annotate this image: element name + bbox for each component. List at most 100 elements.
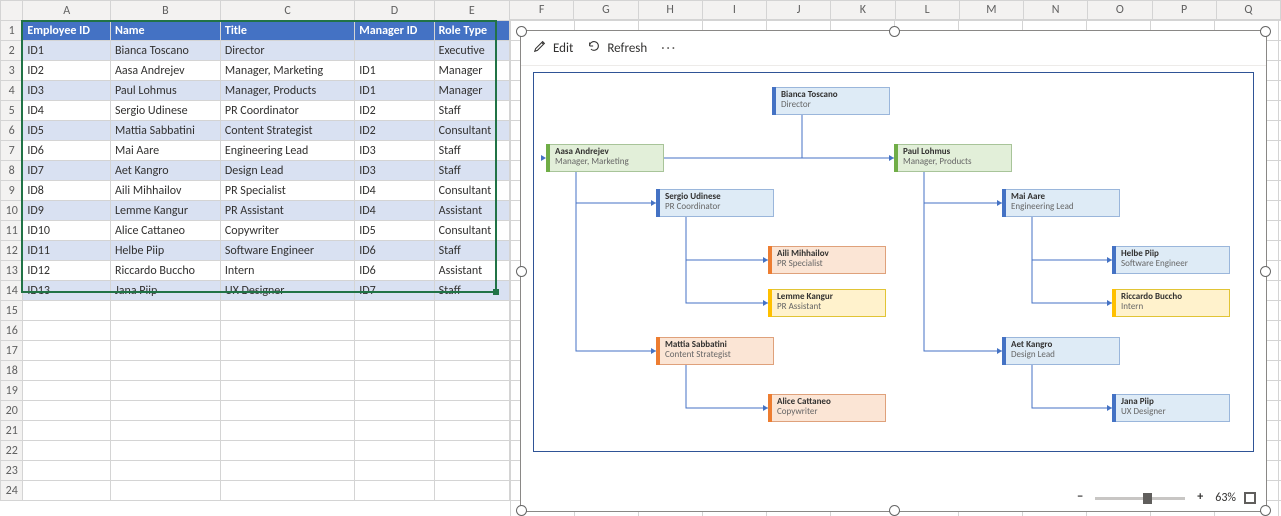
cell[interactable]: ID7 — [355, 281, 434, 301]
zoom-in-button[interactable]: + — [1193, 491, 1207, 505]
more-options-button[interactable]: ··· — [661, 41, 677, 56]
cell[interactable]: Staff — [434, 101, 509, 121]
cell[interactable]: ID5 — [355, 221, 434, 241]
cell[interactable] — [434, 441, 509, 461]
row-header-19[interactable]: 19 — [1, 381, 23, 401]
column-header-J[interactable]: J — [767, 0, 831, 20]
column-header-A[interactable]: A — [23, 1, 111, 21]
cell[interactable]: Employee ID — [23, 21, 111, 41]
cell[interactable]: ID4 — [355, 201, 434, 221]
org-node-ID3[interactable]: Paul LohmusManager, Products — [894, 144, 1012, 172]
cell[interactable]: Manager — [434, 61, 509, 81]
cell[interactable]: Content Strategist — [220, 121, 354, 141]
cell[interactable] — [110, 441, 220, 461]
row-header-3[interactable]: 3 — [1, 61, 23, 81]
cell[interactable] — [434, 341, 509, 361]
cell[interactable]: Riccardo Buccho — [110, 261, 220, 281]
column-header-L[interactable]: L — [896, 0, 960, 20]
cell[interactable] — [110, 481, 220, 501]
cell[interactable] — [355, 361, 434, 381]
edit-button[interactable]: Edit — [533, 39, 573, 57]
resize-handle-b[interactable] — [889, 505, 900, 516]
cell[interactable] — [23, 421, 111, 441]
cell[interactable]: ID1 — [355, 61, 434, 81]
column-header-H[interactable]: H — [639, 0, 703, 20]
zoom-out-button[interactable]: − — [1073, 491, 1087, 505]
cell[interactable]: Name — [110, 21, 220, 41]
cell[interactable]: Mattia Sabbatini — [110, 121, 220, 141]
cell[interactable]: Copywriter — [220, 221, 354, 241]
cell[interactable] — [355, 401, 434, 421]
cell[interactable]: Consultant — [434, 121, 509, 141]
cell[interactable]: Software Engineer — [220, 241, 354, 261]
row-header-14[interactable]: 14 — [1, 281, 23, 301]
cell[interactable]: ID5 — [23, 121, 111, 141]
cell[interactable] — [434, 361, 509, 381]
cell[interactable] — [23, 461, 111, 481]
resize-handle-tl[interactable] — [516, 26, 527, 37]
cell[interactable]: Staff — [434, 141, 509, 161]
cell[interactable]: PR Assistant — [220, 201, 354, 221]
column-header-D[interactable]: D — [355, 1, 434, 21]
org-node-ID7[interactable]: Aet KangroDesign Lead — [1002, 337, 1120, 365]
cell[interactable]: Staff — [434, 161, 509, 181]
cell[interactable] — [434, 461, 509, 481]
select-all-corner[interactable] — [1, 1, 23, 21]
cell[interactable]: Mai Aare — [110, 141, 220, 161]
row-header-16[interactable]: 16 — [1, 321, 23, 341]
cell[interactable]: Aet Kangro — [110, 161, 220, 181]
column-header-C[interactable]: C — [220, 1, 354, 21]
row-header-23[interactable]: 23 — [1, 461, 23, 481]
cell[interactable] — [220, 401, 354, 421]
cell[interactable]: Aili Mihhailov — [110, 181, 220, 201]
cell[interactable] — [110, 301, 220, 321]
cell[interactable]: Executive — [434, 41, 509, 61]
cell[interactable]: PR Specialist — [220, 181, 354, 201]
zoom-slider-thumb[interactable] — [1143, 493, 1152, 504]
row-header-4[interactable]: 4 — [1, 81, 23, 101]
row-header-1[interactable]: 1 — [1, 21, 23, 41]
cell[interactable]: ID2 — [23, 61, 111, 81]
row-header-12[interactable]: 12 — [1, 241, 23, 261]
org-node-ID10[interactable]: Alice CattaneoCopywriter — [768, 394, 886, 422]
cell[interactable]: ID4 — [355, 181, 434, 201]
row-header-22[interactable]: 22 — [1, 441, 23, 461]
spreadsheet-area[interactable]: ABCDE 1Employee IDNameTitleManager IDRol… — [0, 0, 511, 516]
cell[interactable] — [110, 341, 220, 361]
cell[interactable] — [23, 441, 111, 461]
cell[interactable]: PR Coordinator — [220, 101, 354, 121]
cell[interactable] — [23, 341, 111, 361]
row-header-20[interactable]: 20 — [1, 401, 23, 421]
org-node-ID1[interactable]: Bianca ToscanoDirector — [772, 87, 890, 115]
cell[interactable]: ID3 — [23, 81, 111, 101]
resize-handle-t[interactable] — [889, 26, 900, 37]
cell[interactable] — [434, 481, 509, 501]
cell[interactable] — [434, 421, 509, 441]
column-header-K[interactable]: K — [831, 0, 895, 20]
cell[interactable] — [355, 321, 434, 341]
cell[interactable] — [355, 461, 434, 481]
cell[interactable]: Manager — [434, 81, 509, 101]
cell[interactable] — [434, 401, 509, 421]
row-header-13[interactable]: 13 — [1, 261, 23, 281]
cell[interactable] — [355, 41, 434, 61]
refresh-button[interactable]: Refresh — [587, 39, 647, 57]
row-header-17[interactable]: 17 — [1, 341, 23, 361]
cell[interactable]: ID2 — [355, 101, 434, 121]
cell[interactable] — [220, 441, 354, 461]
cell[interactable]: Staff — [434, 241, 509, 261]
cell[interactable] — [23, 481, 111, 501]
cell[interactable]: ID9 — [23, 201, 111, 221]
fit-to-window-button[interactable] — [1244, 492, 1256, 504]
row-header-21[interactable]: 21 — [1, 421, 23, 441]
cell[interactable]: Helbe Piip — [110, 241, 220, 261]
cell[interactable] — [110, 321, 220, 341]
row-header-24[interactable]: 24 — [1, 481, 23, 501]
cell[interactable]: Alice Cattaneo — [110, 221, 220, 241]
resize-handle-l[interactable] — [516, 266, 527, 277]
cell[interactable] — [110, 461, 220, 481]
column-header-P[interactable]: P — [1153, 0, 1217, 20]
row-header-11[interactable]: 11 — [1, 221, 23, 241]
cell[interactable] — [110, 361, 220, 381]
column-header-I[interactable]: I — [703, 0, 767, 20]
